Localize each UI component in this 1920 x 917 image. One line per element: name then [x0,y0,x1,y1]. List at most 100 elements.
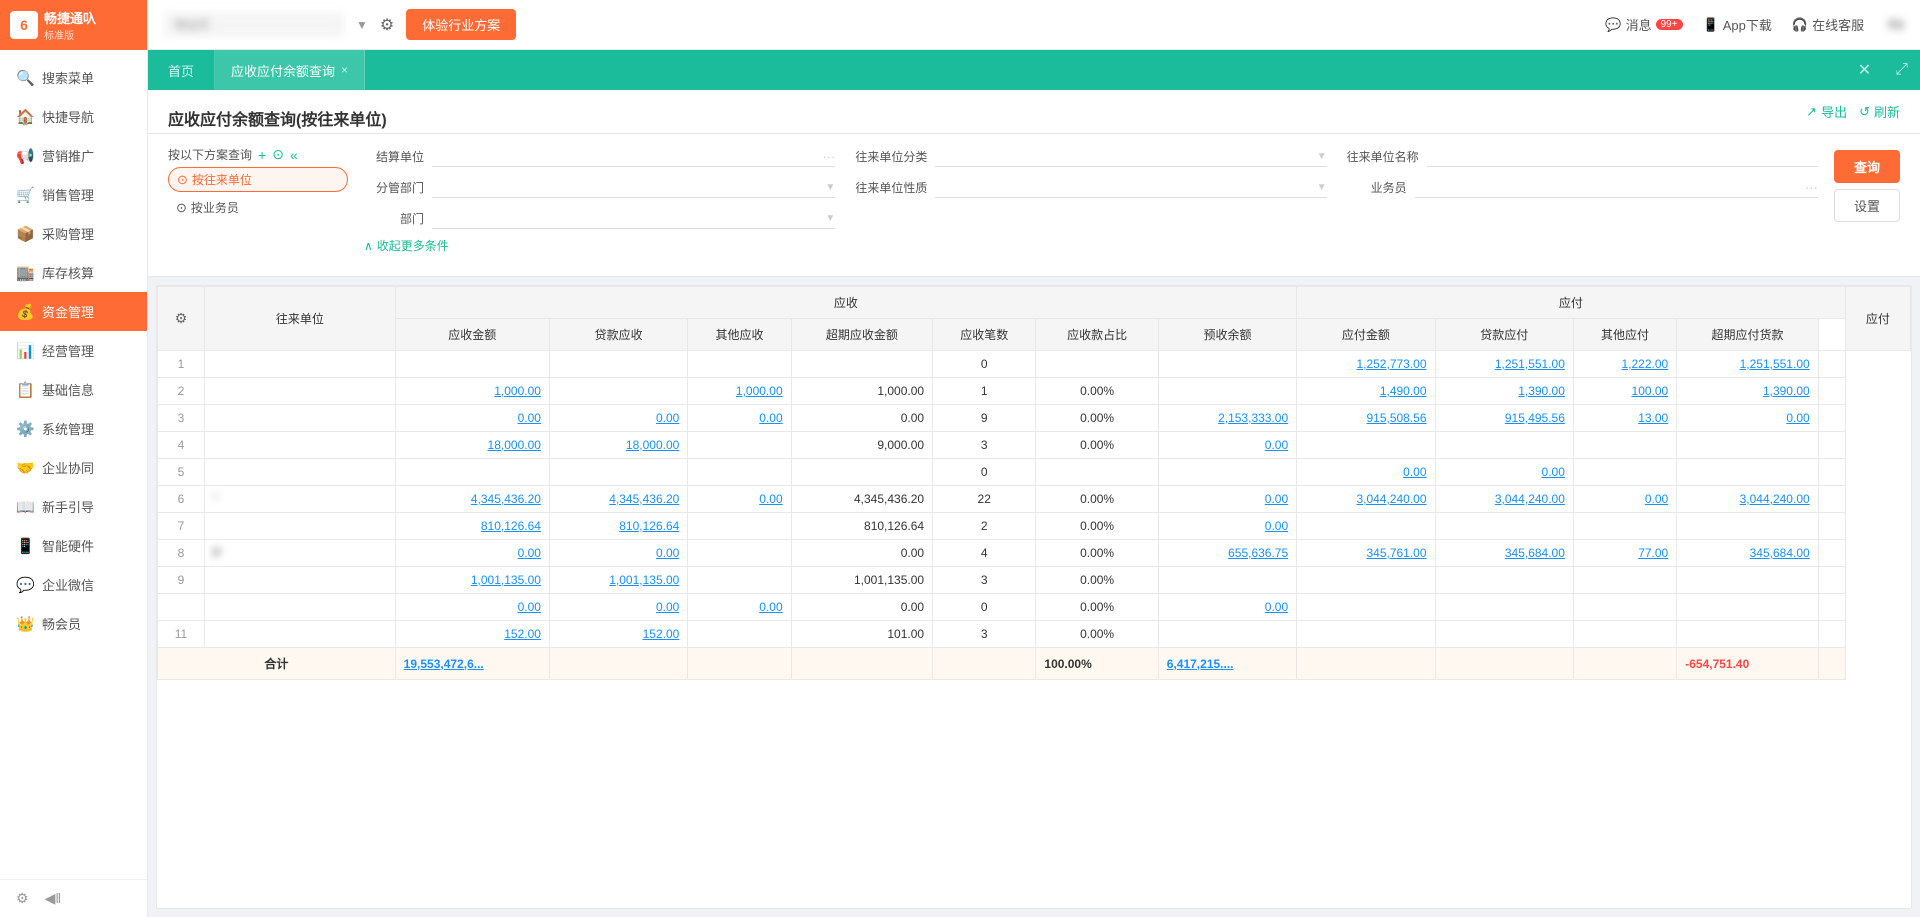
table-cell[interactable]: 1,251,551.00 [1435,351,1573,378]
refresh-button[interactable]: ↺ 刷新 [1859,102,1900,121]
sidebar-item-guide[interactable]: 📖新手引导 [0,487,147,526]
topbar-messages[interactable]: 💬 消息 99+ [1605,15,1682,34]
department-input[interactable] [432,208,821,228]
table-cell[interactable]: 0.00 [1297,459,1435,486]
table-cell[interactable]: 0.00 [1158,432,1296,459]
unit-category-input[interactable] [935,146,1312,166]
settlement-unit-input[interactable] [432,146,818,166]
table-cell[interactable]: 0.00 [549,540,687,567]
table-cell[interactable]: 345,761.00 [1297,540,1435,567]
table-cell[interactable]: 655,636.75 [1158,540,1296,567]
table-cell[interactable]: 915,508.56 [1297,405,1435,432]
division-input[interactable] [432,177,821,197]
sidebar-collapse-btn[interactable]: ◀‖ [45,890,62,907]
table-cell[interactable]: 0.00 [688,405,791,432]
table-cell[interactable]: 2,153,333.00 [1158,405,1296,432]
table-cell[interactable]: 1,001,135.00 [549,567,687,594]
sidebar-item-quick[interactable]: 🏠快捷导航 [0,97,147,136]
department-arrow-icon[interactable]: ▼ [825,213,835,224]
table-cell[interactable]: 3,044,240.00 [1677,486,1818,513]
sidebar-item-collab[interactable]: 🤝企业协同 [0,448,147,487]
tabbar-expand-icon[interactable]: ⤢ [1883,61,1920,79]
table-cell[interactable]: 0.00 [1677,405,1818,432]
tab-active[interactable]: 应收应付余额查询 × [215,50,365,90]
table-cell[interactable]: 1,000.00 [688,378,791,405]
table-cell[interactable]: 1,390.00 [1435,378,1573,405]
table-cell[interactable]: 1,222.00 [1573,351,1676,378]
sidebar-item-wechat[interactable]: 💬企业微信 [0,565,147,604]
scheme-collapse-icon[interactable]: « [290,147,298,163]
table-cell[interactable]: 13.00 [1573,405,1676,432]
sidebar-settings-btn[interactable]: ⚙ [16,890,29,907]
table-cell[interactable]: 0.00 [1158,486,1296,513]
salesperson-dots-icon[interactable]: ··· [1805,180,1818,195]
table-cell[interactable]: 18,000.00 [395,432,549,459]
table-cell[interactable]: 0.00 [1158,513,1296,540]
th-settings[interactable]: ⚙ [158,287,205,351]
table-cell[interactable]: 0.00 [1158,594,1296,621]
table-cell[interactable]: 77.00 [1573,540,1676,567]
sidebar-item-search[interactable]: 🔍搜索菜单 [0,58,147,97]
table-cell[interactable]: 1,252,773.00 [1297,351,1435,378]
table-cell[interactable]: 0.00 [395,540,549,567]
table-cell[interactable]: 3,044,240.00 [1435,486,1573,513]
table-cell[interactable]: 1,390.00 [1677,378,1818,405]
unit-nature-arrow-icon[interactable]: ▼ [1317,182,1327,193]
table-cell[interactable]: 915,495.56 [1435,405,1573,432]
unit-nature-input[interactable] [935,177,1312,197]
table-gear-icon[interactable]: ⚙ [175,310,188,326]
scheme-staff-option[interactable]: ⊙ 按业务员 [168,196,348,219]
topbar-dropdown-icon[interactable]: ▼ [356,18,368,32]
sidebar-item-sales[interactable]: 🛒销售管理 [0,175,147,214]
tab-home[interactable]: 首页 [148,50,215,90]
table-cell[interactable]: 810,126.64 [549,513,687,540]
table-cell[interactable]: 1,251,551.00 [1677,351,1818,378]
table-cell[interactable]: 152.00 [549,621,687,648]
table-cell[interactable]: 4,345,436.20 [549,486,687,513]
table-cell[interactable]: 1,000.00 [395,378,549,405]
table-cell[interactable]: 0.00 [688,486,791,513]
topbar-gear-icon[interactable]: ⚙ [380,15,394,35]
export-button[interactable]: ↗ 导出 [1806,102,1847,121]
table-cell[interactable]: 0.00 [549,594,687,621]
scheme-add-icon[interactable]: + [258,147,266,163]
unit-name-input[interactable] [1427,146,1818,166]
sidebar-item-marketing[interactable]: 📢营销推广 [0,136,147,175]
topbar-plan-button[interactable]: 体验行业方案 [406,9,516,40]
table-cell[interactable]: 0.00 [549,405,687,432]
tab-close-icon[interactable]: × [341,63,348,77]
unit-category-arrow-icon[interactable]: ▼ [1317,151,1327,162]
table-cell[interactable]: 0.00 [395,405,549,432]
scheme-settings-icon[interactable]: ⊙ [272,146,284,163]
sidebar-item-finance[interactable]: 💰资金管理 [0,292,147,331]
sidebar-item-purchase[interactable]: 📦采购管理 [0,214,147,253]
data-table-container[interactable]: ⚙ 往来单位 应收 应付 应付 应收金额 贷款应收 其他应收 超期应收金额 应收… [156,285,1912,909]
sidebar-item-member[interactable]: 👑畅会员 [0,604,147,643]
table-cell[interactable]: 152.00 [395,621,549,648]
collapse-button[interactable]: ∧ 收起更多条件 [364,237,1818,254]
division-arrow-icon[interactable]: ▼ [825,182,835,193]
salesperson-input[interactable] [1415,177,1801,197]
footer-ar-prepaid[interactable]: 6,417,215.... [1158,648,1296,680]
scheme-unit-option[interactable]: ⊙ 按往来单位 [168,167,348,192]
table-cell[interactable]: 0.00 [688,594,791,621]
sidebar-item-basic[interactable]: 📋基础信息 [0,370,147,409]
table-cell[interactable]: 100.00 [1573,378,1676,405]
table-cell[interactable]: 18,000.00 [549,432,687,459]
table-cell[interactable]: 0.00 [1573,486,1676,513]
query-button[interactable]: 查询 [1834,150,1900,183]
settlement-unit-dots-icon[interactable]: ··· [822,149,835,164]
table-cell[interactable]: 345,684.00 [1435,540,1573,567]
topbar-app-download[interactable]: 📱 App下载 [1703,15,1772,34]
table-cell[interactable]: 345,684.00 [1677,540,1818,567]
topbar-user[interactable]: Rit [1888,17,1904,32]
table-cell[interactable]: 4,345,436.20 [395,486,549,513]
table-cell[interactable]: 1,490.00 [1297,378,1435,405]
table-cell[interactable]: 0.00 [1435,459,1573,486]
sidebar-item-inventory[interactable]: 🏬库存核算 [0,253,147,292]
sidebar-item-operation[interactable]: 📊经营管理 [0,331,147,370]
footer-ar-total[interactable]: 19,553,472,6... [395,648,549,680]
table-cell[interactable]: 0.00 [395,594,549,621]
topbar-online-service[interactable]: 🎧 在线客服 [1792,15,1864,34]
table-cell[interactable]: 3,044,240.00 [1297,486,1435,513]
